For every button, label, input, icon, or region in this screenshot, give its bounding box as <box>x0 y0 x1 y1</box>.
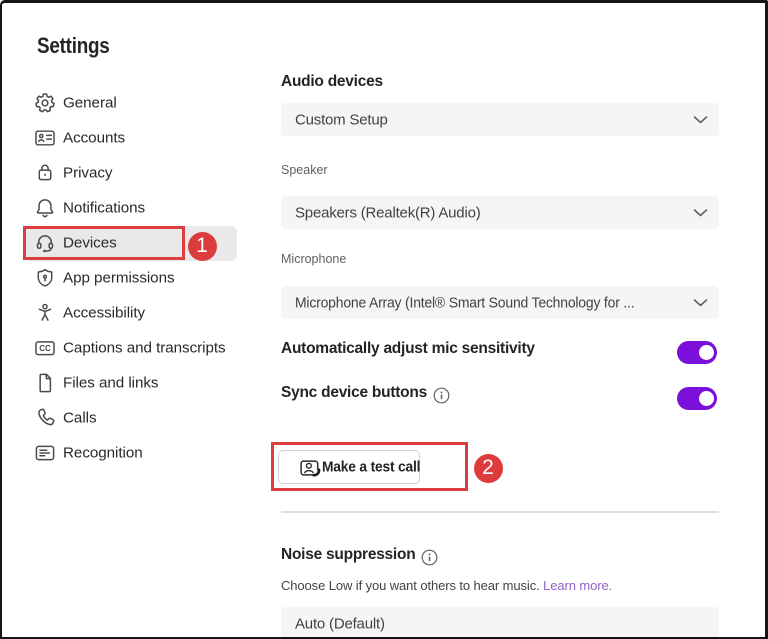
svg-text:CC: CC <box>39 344 51 353</box>
